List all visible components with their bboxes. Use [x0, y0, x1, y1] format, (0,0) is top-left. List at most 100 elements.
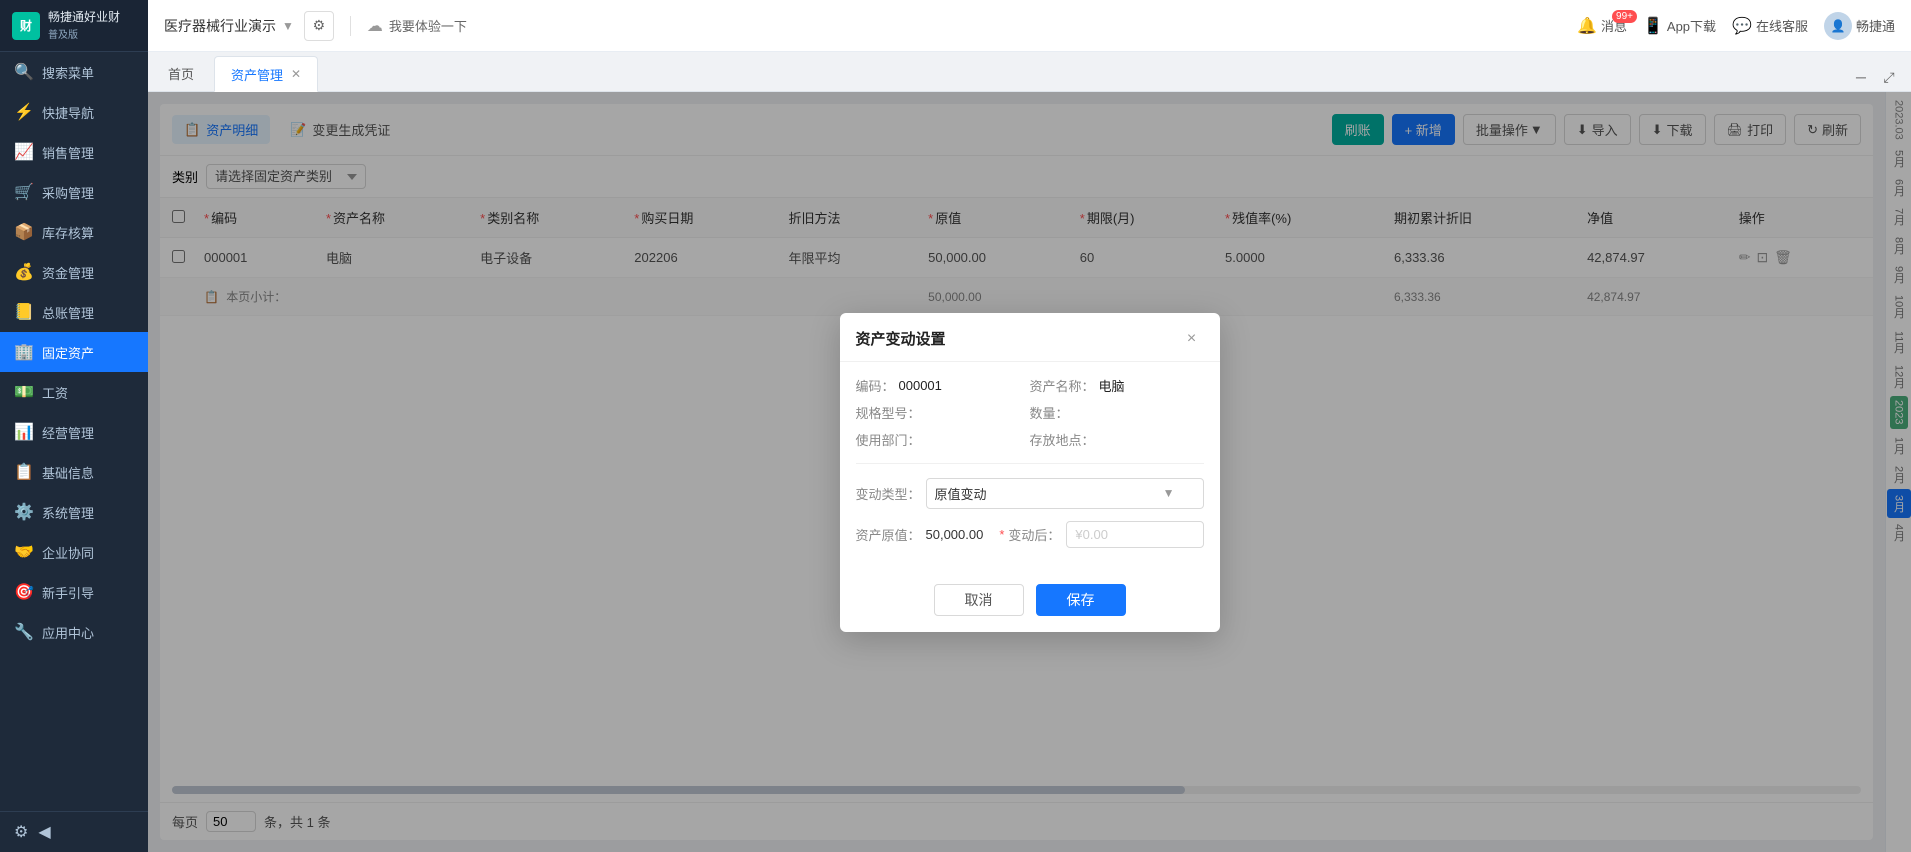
modal-asset-name-label: 资产名称：: [1030, 376, 1095, 395]
sidebar-nav: 🔍 搜索菜单 ⚡ 快捷导航 📈 销售管理 🛒采购管理 📦 库存核算 💰 资金管理 📒总账管理 🏢 固定资产…: [0, 52, 148, 811]
sidebar-item-app-center[interactable]: 🔧 应用中心: [0, 612, 148, 652]
sidebar-item-label: 搜索菜单: [42, 63, 94, 82]
modal-overlay: 资产变动设置 × 编码： 000001 资产名称： 电脑: [148, 92, 1911, 852]
topbar-right: 🔔 消息 99+ 📱 App下载 💬 在线客服 👤 畅捷通: [1577, 12, 1895, 40]
company-selector[interactable]: 医疗器械行业演示 ▼: [164, 16, 294, 36]
sales-icon: 📈: [14, 142, 34, 162]
modal-location-label: 存放地点：: [1030, 430, 1095, 449]
sidebar-item-system[interactable]: ⚙️ 系统管理: [0, 492, 148, 532]
sidebar-item-enterprise[interactable]: 🤝 企业协同: [0, 532, 148, 572]
app-download-button[interactable]: 📱 App下载: [1643, 16, 1716, 36]
sidebar-item-label: 应用中心: [42, 623, 94, 642]
collapse-icon[interactable]: ◀: [38, 822, 50, 842]
modal-save-button[interactable]: 保存: [1036, 584, 1126, 616]
sidebar-item-ledger[interactable]: 📒总账管理: [0, 292, 148, 332]
sidebar-item-purchase[interactable]: 🛒采购管理: [0, 172, 148, 212]
user-button[interactable]: 👤 畅捷通: [1824, 12, 1895, 40]
sidebar-item-label: 快捷导航: [42, 103, 94, 122]
sidebar-item-fixed-assets[interactable]: 🏢 固定资产: [0, 332, 148, 372]
notifications-badge: 99+: [1612, 10, 1637, 23]
sidebar-item-label: 新手引导: [42, 583, 94, 602]
beginner-icon: 🎯: [14, 582, 34, 602]
sidebar-item-payroll[interactable]: 💵 工资: [0, 372, 148, 412]
modal-code-label: 编码：: [856, 376, 895, 395]
topbar-settings-button[interactable]: ⚙: [304, 11, 334, 41]
experience-button[interactable]: ☁ 我要体验一下: [367, 16, 467, 36]
modal-body: 编码： 000001 资产名称： 电脑 规格型号： 数量：: [840, 362, 1220, 574]
operations-icon: 📊: [14, 422, 34, 442]
sidebar-item-finance[interactable]: 💰 资金管理: [0, 252, 148, 292]
notifications-button[interactable]: 🔔 消息 99+: [1577, 16, 1627, 36]
sidebar-item-label: 销售管理: [42, 143, 94, 162]
inventory-icon: 📦: [14, 222, 34, 242]
modal-header: 资产变动设置 ×: [840, 313, 1220, 362]
modal-cancel-button[interactable]: 取消: [934, 584, 1024, 616]
sidebar-item-label: 企业协同: [42, 543, 94, 562]
basic-info-icon: 📋: [14, 462, 34, 482]
after-change-input[interactable]: [1066, 521, 1203, 548]
sidebar-item-label: 基础信息: [42, 463, 94, 482]
topbar-divider: [350, 16, 351, 36]
sidebar-item-sales[interactable]: 📈 销售管理: [0, 132, 148, 172]
download-icon: 📱: [1643, 16, 1663, 36]
modal-info-grid: 编码： 000001 资产名称： 电脑 规格型号： 数量：: [856, 376, 1204, 464]
fixed-assets-icon: 🏢: [14, 342, 34, 362]
ledger-icon: 📒: [14, 302, 34, 322]
sidebar-item-label: 工资: [42, 383, 68, 402]
tab-close-icon[interactable]: ✕: [291, 67, 301, 81]
quick-nav-icon: ⚡: [14, 102, 34, 122]
modal-quantity-label: 数量：: [1030, 403, 1069, 422]
company-name: 医疗器械行业演示: [164, 16, 276, 36]
modal-quantity-field: 数量：: [1030, 403, 1204, 422]
change-type-label: 变动类型：: [856, 484, 926, 503]
tab-asset-mgmt[interactable]: 资产管理 ✕: [214, 56, 318, 92]
search-icon: 🔍: [14, 62, 34, 82]
sidebar-item-label: 经营管理: [42, 423, 94, 442]
modal-asset-name-field: 资产名称： 电脑: [1030, 376, 1204, 395]
sidebar-logo: 财 畅捷通好业财 普及版: [0, 0, 148, 52]
sidebar-item-search[interactable]: 🔍 搜索菜单: [0, 52, 148, 92]
sidebar-item-beginner[interactable]: 🎯 新手引导: [0, 572, 148, 612]
sidebar-item-basic-info[interactable]: 📋 基础信息: [0, 452, 148, 492]
sidebar-item-inventory[interactable]: 📦 库存核算: [0, 212, 148, 252]
modal-spec-label: 规格型号：: [856, 403, 921, 422]
logo-text: 畅捷通好业财 普及版: [48, 10, 120, 41]
payroll-icon: 💵: [14, 382, 34, 402]
main-area: 医疗器械行业演示 ▼ ⚙ ☁ 我要体验一下 🔔 消息 99+ 📱 App下载 💬…: [148, 0, 1911, 852]
user-avatar: 👤: [1824, 12, 1852, 40]
modal-close-button[interactable]: ×: [1180, 327, 1204, 351]
app-center-icon: 🔧: [14, 622, 34, 642]
sidebar-item-label: 库存核算: [42, 223, 94, 242]
original-value-display: 50,000.00: [926, 527, 984, 542]
tab-minimize-button[interactable]: ─: [1847, 63, 1875, 91]
sidebar-item-label: 固定资产: [42, 343, 94, 362]
modal-spec-field: 规格型号：: [856, 403, 1030, 422]
sidebar-item-label: 资金管理: [42, 263, 94, 282]
system-icon: ⚙️: [14, 502, 34, 522]
topbar: 医疗器械行业演示 ▼ ⚙ ☁ 我要体验一下 🔔 消息 99+ 📱 App下载 💬…: [148, 0, 1911, 52]
sidebar-item-label: 系统管理: [42, 503, 94, 522]
bell-icon: 🔔: [1577, 16, 1597, 36]
finance-icon: 💰: [14, 262, 34, 282]
change-type-arrow-icon: ▼: [1163, 486, 1175, 500]
modal-asset-name-value: 电脑: [1099, 376, 1125, 395]
settings-icon[interactable]: ⚙: [14, 822, 28, 842]
tab-bar-actions: ─ ⤢: [1839, 63, 1911, 91]
modal-code-field: 编码： 000001: [856, 376, 1030, 395]
modal-code-value: 000001: [899, 378, 942, 393]
online-service-button[interactable]: 💬 在线客服: [1732, 16, 1808, 36]
sidebar-item-quick-nav[interactable]: ⚡ 快捷导航: [0, 92, 148, 132]
value-row: 资产原值： 50,000.00 * 变动后：: [856, 521, 1204, 548]
tabbar: 首页 资产管理 ✕ ─ ⤢: [148, 52, 1911, 92]
asset-change-modal: 资产变动设置 × 编码： 000001 资产名称： 电脑: [840, 313, 1220, 632]
sidebar-footer: ⚙ ◀: [0, 811, 148, 852]
tab-expand-button[interactable]: ⤢: [1875, 63, 1903, 91]
original-value-label: 资产原值：: [856, 525, 926, 544]
purchase-icon: 🛒: [14, 182, 34, 202]
tab-home[interactable]: 首页: [152, 55, 210, 91]
sidebar-item-operations[interactable]: 📊 经营管理: [0, 412, 148, 452]
modal-dept-label: 使用部门：: [856, 430, 921, 449]
enterprise-icon: 🤝: [14, 542, 34, 562]
change-type-select[interactable]: 原值变动 ▼: [926, 478, 1204, 509]
after-change-label: 变动后：: [1008, 525, 1060, 544]
